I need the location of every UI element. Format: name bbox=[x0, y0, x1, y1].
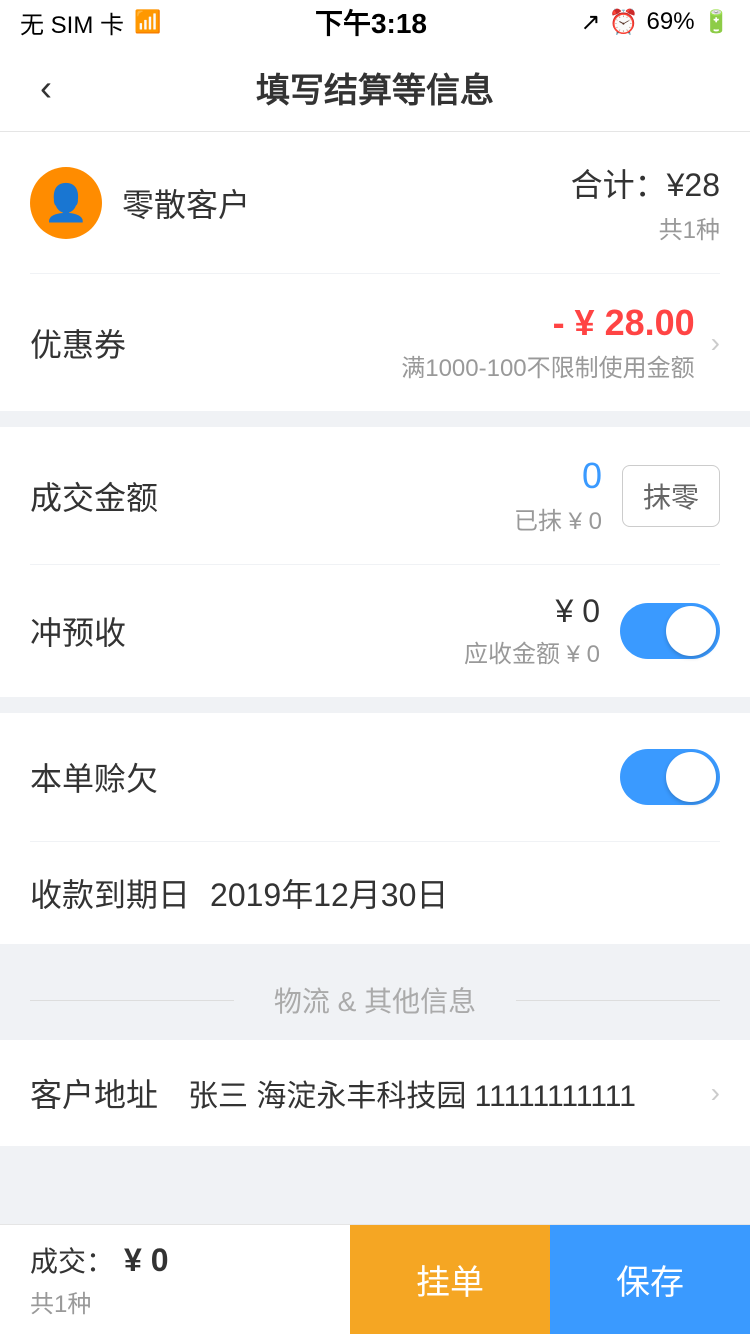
total-count: 共1种 bbox=[571, 210, 720, 245]
footer-deal: 成交： ¥ 0 bbox=[30, 1240, 320, 1280]
location-icon: ↗ bbox=[581, 8, 601, 37]
debt-label: 本单赊欠 bbox=[30, 754, 158, 800]
customer-name: 零散客户 bbox=[122, 180, 250, 226]
customer-total: 合计：¥28 共1种 bbox=[571, 160, 720, 245]
footer: 成交： ¥ 0 共1种 挂单 保存 bbox=[0, 1224, 750, 1334]
logistics-header: 物流 & 其他信息 bbox=[0, 960, 750, 1040]
battery-label: 69% bbox=[647, 8, 695, 36]
back-button[interactable]: ‹ bbox=[30, 57, 62, 119]
footer-deal-label: 成交： bbox=[30, 1240, 114, 1280]
total-amount: 合计：¥28 bbox=[571, 160, 720, 206]
address-chevron-icon: › bbox=[711, 1077, 720, 1109]
coupon-right: - ¥ 28.00 满1000-100不限制使用金额 › bbox=[401, 302, 720, 383]
nav-bar: ‹ 填写结算等信息 bbox=[0, 44, 750, 132]
deal-amount-right: 0 已抹 ¥ 0 抹零 bbox=[514, 455, 720, 536]
prepay-row: 冲预收 ¥ 0 应收金额 ¥ 0 bbox=[30, 565, 720, 697]
customer-row: 👤 零散客户 合计：¥28 共1种 bbox=[0, 132, 750, 273]
avatar: 👤 bbox=[30, 167, 102, 239]
debt-toggle[interactable] bbox=[620, 749, 720, 805]
footer-count: 共1种 bbox=[30, 1284, 320, 1319]
status-time: 下午3:18 bbox=[315, 2, 427, 42]
address-value: 张三 海淀永丰科技园 11111111111 bbox=[188, 1071, 705, 1115]
address-row[interactable]: 客户地址 张三 海淀永丰科技园 11111111111 › bbox=[0, 1040, 750, 1146]
duedate-row: 收款到期日 2019年12月30日 bbox=[30, 841, 720, 944]
prepay-amount: ¥ 0 bbox=[464, 593, 600, 630]
status-bar: 无 SIM 卡 📶 下午3:18 ↗ ⏰ 69% 🔋 bbox=[0, 0, 750, 44]
content-area: 👤 零散客户 合计：¥28 共1种 优惠券 - ¥ 28.00 满1000-10… bbox=[0, 132, 750, 1282]
prepay-amount-block: ¥ 0 应收金额 ¥ 0 bbox=[464, 593, 600, 669]
customer-left: 👤 零散客户 bbox=[30, 167, 250, 239]
status-right: ↗ ⏰ 69% 🔋 bbox=[581, 8, 730, 37]
carrier-label: 无 SIM 卡 bbox=[20, 5, 124, 40]
chevron-right-icon: › bbox=[711, 327, 720, 359]
page-title: 填写结算等信息 bbox=[256, 63, 494, 112]
address-label: 客户地址 bbox=[30, 1070, 158, 1116]
deal-amount-value: 0 bbox=[514, 455, 602, 497]
footer-info: 成交： ¥ 0 共1种 bbox=[0, 1240, 350, 1319]
duedate-value: 2019年12月30日 bbox=[210, 870, 448, 916]
logistics-line-left bbox=[30, 1000, 234, 1001]
debt-row: 本单赊欠 bbox=[30, 713, 720, 841]
logistics-line-right bbox=[516, 1000, 720, 1001]
coupon-label: 优惠券 bbox=[30, 320, 126, 366]
duedate-label: 收款到期日 bbox=[30, 870, 190, 916]
coupon-row[interactable]: 优惠券 - ¥ 28.00 满1000-100不限制使用金额 › bbox=[0, 274, 750, 411]
alarm-icon: ⏰ bbox=[609, 8, 639, 37]
save-button[interactable]: 保存 bbox=[550, 1225, 750, 1334]
debt-section: 本单赊欠 收款到期日 2019年12月30日 bbox=[0, 713, 750, 944]
coupon-value-block: - ¥ 28.00 满1000-100不限制使用金额 bbox=[401, 302, 694, 383]
prepay-right: ¥ 0 应收金额 ¥ 0 bbox=[464, 593, 720, 669]
footer-deal-amount: ¥ 0 bbox=[124, 1242, 168, 1279]
logistics-label: 物流 & 其他信息 bbox=[254, 980, 496, 1020]
address-section: 客户地址 张三 海淀永丰科技园 11111111111 › bbox=[0, 1040, 750, 1146]
status-left: 无 SIM 卡 📶 bbox=[20, 5, 161, 40]
round-off-button[interactable]: 抹零 bbox=[622, 465, 720, 527]
battery-icon: 🔋 bbox=[703, 9, 730, 35]
avatar-icon: 👤 bbox=[44, 182, 89, 224]
deal-amount-block: 0 已抹 ¥ 0 bbox=[514, 455, 602, 536]
deal-amount-sub: 已抹 ¥ 0 bbox=[514, 501, 602, 536]
prepay-label: 冲预收 bbox=[30, 608, 126, 654]
coupon-amount: - ¥ 28.00 bbox=[401, 302, 694, 344]
deal-amount-label: 成交金额 bbox=[30, 473, 158, 519]
customer-section: 👤 零散客户 合计：¥28 共1种 优惠券 - ¥ 28.00 满1000-10… bbox=[0, 132, 750, 411]
deal-amount-row: 成交金额 0 已抹 ¥ 0 抹零 bbox=[30, 427, 720, 565]
wifi-icon: 📶 bbox=[134, 9, 161, 35]
transaction-section: 成交金额 0 已抹 ¥ 0 抹零 冲预收 ¥ 0 应收金额 ¥ 0 bbox=[0, 427, 750, 697]
prepay-toggle[interactable] bbox=[620, 603, 720, 659]
hold-button[interactable]: 挂单 bbox=[350, 1225, 550, 1334]
coupon-description: 满1000-100不限制使用金额 bbox=[401, 348, 694, 383]
prepay-sub: 应收金额 ¥ 0 bbox=[464, 634, 600, 669]
